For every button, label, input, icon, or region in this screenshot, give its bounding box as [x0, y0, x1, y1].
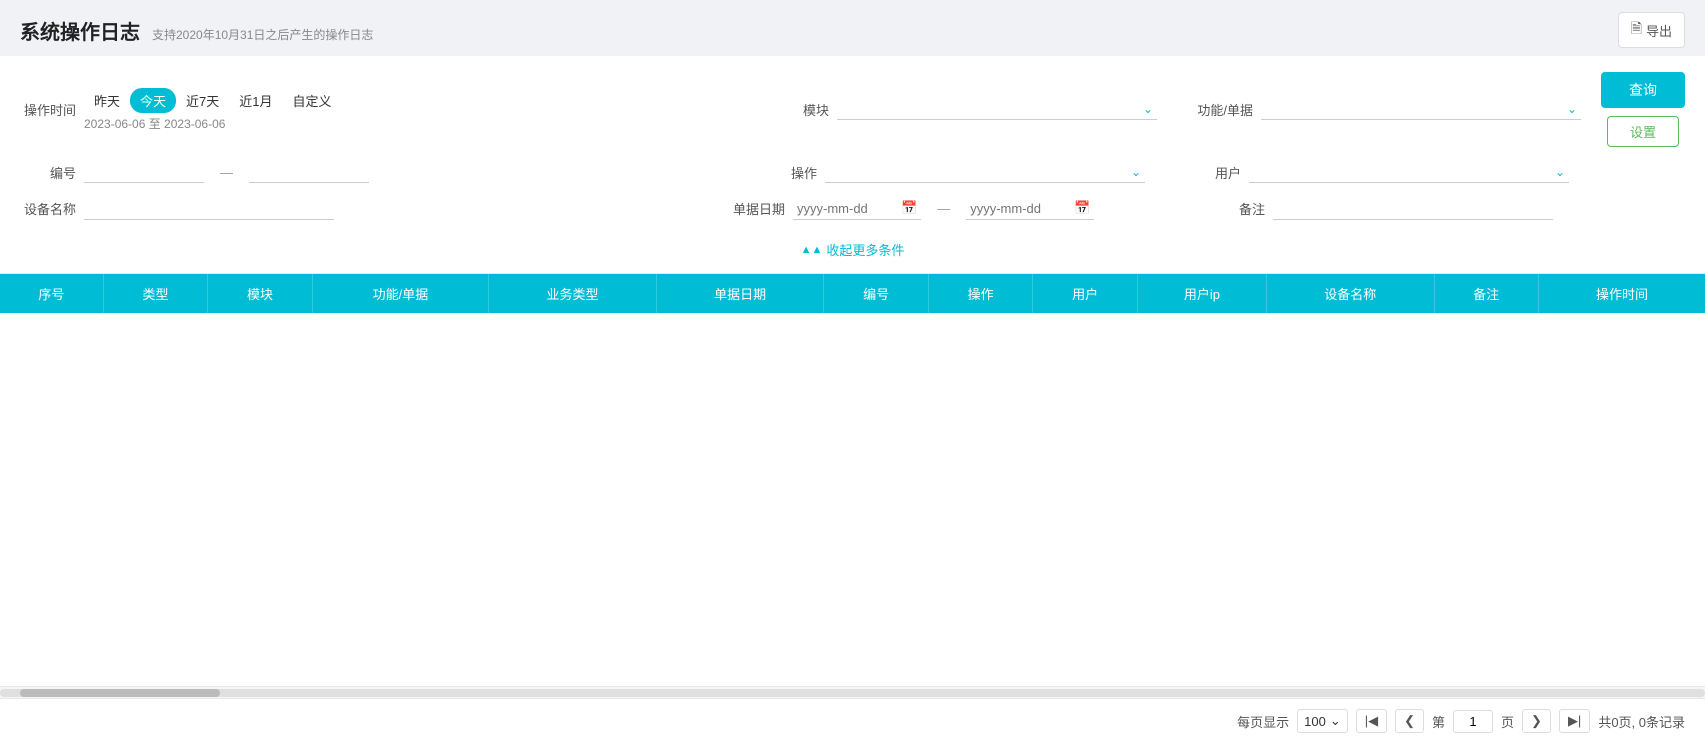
page-size-value: 100: [1304, 714, 1326, 729]
next-page-button[interactable]: ❯: [1522, 709, 1551, 733]
col-remark: 备注: [1434, 274, 1538, 313]
time-btn-yesterday[interactable]: 昨天: [84, 88, 130, 113]
col-voucher-date: 单据日期: [656, 274, 824, 313]
export-icon: 🗎: [1631, 18, 1642, 42]
serial-divider: —: [220, 165, 233, 180]
module-chevron-icon: ⌄: [1143, 102, 1153, 116]
scrollbar-track: [0, 689, 1705, 697]
collapse-label: 收起更多条件: [826, 240, 904, 259]
main-content: 序号 类型 模块 功能/单据 业务类型 单据日期 编号 操作 用户 用户ip 设…: [0, 274, 1705, 743]
col-operation: 操作: [928, 274, 1032, 313]
per-page-label: 每页显示: [1237, 712, 1289, 731]
remark-label: 备注: [1209, 199, 1265, 218]
time-label: 操作时间: [20, 100, 76, 119]
serial-input-from[interactable]: [84, 161, 204, 183]
operation-label: 操作: [761, 163, 817, 182]
calendar-from-icon[interactable]: 📅: [901, 200, 917, 216]
remark-filter-item: 备注: [1209, 198, 1569, 220]
remark-input[interactable]: [1273, 198, 1553, 220]
time-range-text: 2023-06-06 至 2023-06-06: [84, 115, 342, 132]
page-label: 第: [1432, 712, 1445, 731]
prev-page-button[interactable]: ❮: [1395, 709, 1424, 733]
module-filter-item: 模块 ⌄: [773, 99, 1157, 120]
user-chevron-icon: ⌄: [1555, 165, 1565, 179]
serial-filter-item: 编号 —: [20, 161, 369, 183]
scrollbar-thumb[interactable]: [20, 689, 220, 697]
date-from-wrapper: 📅: [793, 197, 921, 220]
time-filter-group: 昨天 今天 近7天 近1月 自定义: [84, 88, 342, 113]
function-filter-item: 功能/单据 ⌄: [1197, 99, 1581, 120]
device-input[interactable]: [84, 198, 334, 220]
table-container: 序号 类型 模块 功能/单据 业务类型 单据日期 编号 操作 用户 用户ip 设…: [0, 274, 1705, 686]
function-label: 功能/单据: [1197, 100, 1253, 119]
col-module: 模块: [208, 274, 312, 313]
filter-area: 操作时间 昨天 今天 近7天 近1月 自定义 2023-06-06 至 2023…: [0, 56, 1705, 274]
col-function: 功能/单据: [312, 274, 488, 313]
time-filter-wrapper: 昨天 今天 近7天 近1月 自定义 2023-06-06 至 2023-06-0…: [84, 88, 342, 132]
col-type: 类型: [103, 274, 207, 313]
table-header: 序号 类型 模块 功能/单据 业务类型 单据日期 编号 操作 用户 用户ip 设…: [0, 274, 1705, 313]
filter-row-3: 设备名称 单据日期 📅 — 📅 备注: [20, 197, 1685, 220]
query-button[interactable]: 查询: [1601, 72, 1685, 108]
page-subtitle: 支持2020年10月31日之后产生的操作日志: [152, 26, 373, 43]
calendar-to-icon[interactable]: 📅: [1074, 200, 1090, 216]
first-page-button[interactable]: |◀: [1356, 709, 1387, 733]
time-btn-custom[interactable]: 自定义: [283, 88, 342, 113]
device-label: 设备名称: [20, 199, 76, 218]
user-select[interactable]: ⌄: [1249, 162, 1569, 183]
page-number-input[interactable]: 1: [1453, 710, 1493, 733]
export-button[interactable]: 🗎 导出: [1618, 12, 1685, 48]
col-business-type: 业务类型: [489, 274, 657, 313]
module-select[interactable]: ⌄: [837, 99, 1157, 120]
settings-button[interactable]: 设置: [1607, 116, 1679, 147]
time-btn-7days[interactable]: 近7天: [176, 88, 229, 113]
operation-chevron-icon: ⌄: [1131, 165, 1141, 179]
operation-filter-item: 操作 ⌄: [761, 162, 1145, 183]
page-header: 系统操作日志 支持2020年10月31日之后产生的操作日志 🗎 导出: [0, 0, 1705, 56]
time-btn-1month[interactable]: 近1月: [229, 88, 282, 113]
col-user: 用户: [1033, 274, 1137, 313]
action-buttons: 查询 设置: [1601, 72, 1685, 147]
page-title: 系统操作日志: [20, 16, 140, 45]
page-size-select[interactable]: 100 ⌄: [1297, 709, 1348, 733]
user-filter-item: 用户 ⌄: [1185, 162, 1569, 183]
pagination-bar: 每页显示 100 ⌄ |◀ ❮ 第 1 页 ❯ ▶| 共0页, 0条记录: [0, 698, 1705, 743]
col-operation-time: 操作时间: [1539, 274, 1705, 313]
date-to-wrapper: 📅: [966, 197, 1094, 220]
collapse-button[interactable]: ▲▲ 收起更多条件: [801, 240, 905, 259]
module-label: 模块: [773, 100, 829, 119]
horizontal-scrollbar[interactable]: [0, 686, 1705, 698]
operation-select[interactable]: ⌄: [825, 162, 1145, 183]
voucher-date-label: 单据日期: [729, 199, 785, 218]
export-label: 导出: [1646, 21, 1672, 40]
time-filter-item: 操作时间 昨天 今天 近7天 近1月 自定义 2023-06-06 至 2023…: [20, 88, 360, 132]
data-table: 序号 类型 模块 功能/单据 业务类型 单据日期 编号 操作 用户 用户ip 设…: [0, 274, 1705, 313]
date-from-input[interactable]: [797, 201, 897, 216]
filter-row-1: 操作时间 昨天 今天 近7天 近1月 自定义 2023-06-06 至 2023…: [20, 72, 1685, 147]
time-btn-today[interactable]: 今天: [130, 88, 176, 113]
serial-label: 编号: [20, 163, 76, 182]
page-size-chevron-icon: ⌄: [1330, 713, 1341, 729]
serial-input-to[interactable]: [249, 161, 369, 183]
col-user-ip: 用户ip: [1137, 274, 1266, 313]
col-device-name: 设备名称: [1266, 274, 1434, 313]
voucher-date-filter-item: 单据日期 📅 — 📅: [729, 197, 1169, 220]
table-header-row: 序号 类型 模块 功能/单据 业务类型 单据日期 编号 操作 用户 用户ip 设…: [0, 274, 1705, 313]
device-filter-item: 设备名称: [20, 198, 360, 220]
function-chevron-icon: ⌄: [1567, 102, 1577, 116]
filter-row-2: 编号 — 操作 ⌄ 用户 ⌄: [20, 161, 1685, 183]
function-select[interactable]: ⌄: [1261, 99, 1581, 120]
col-serial: 序号: [0, 274, 103, 313]
title-area: 系统操作日志 支持2020年10月31日之后产生的操作日志: [20, 16, 373, 45]
page-unit: 页: [1501, 712, 1514, 731]
col-number: 编号: [824, 274, 928, 313]
date-to-input[interactable]: [970, 201, 1070, 216]
pagination-summary: 共0页, 0条记录: [1598, 712, 1685, 731]
user-label: 用户: [1185, 163, 1241, 182]
last-page-button[interactable]: ▶|: [1559, 709, 1590, 733]
collapse-icon: ▲▲: [801, 244, 823, 256]
date-divider: —: [937, 201, 950, 216]
collapse-row: ▲▲ 收起更多条件: [20, 234, 1685, 263]
